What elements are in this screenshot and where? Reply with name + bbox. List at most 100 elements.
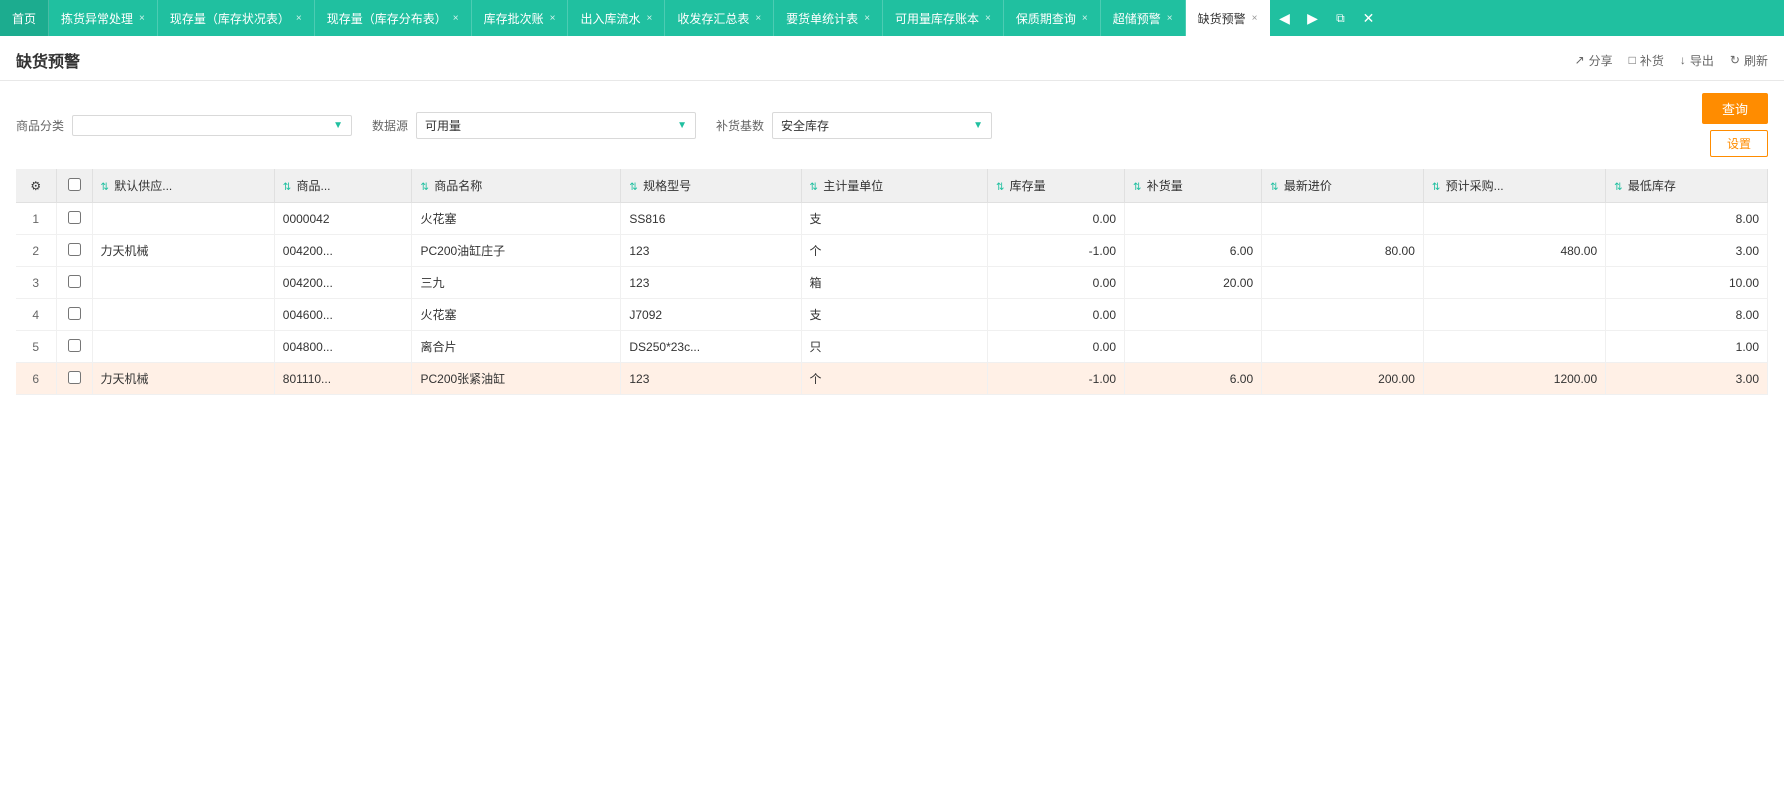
row-unit-1: 支: [801, 203, 987, 235]
query-button[interactable]: 查询: [1702, 93, 1768, 124]
row-num-4: 4: [16, 299, 56, 331]
tab-window-btn[interactable]: ⧉: [1326, 0, 1354, 36]
row-est-purchase-2: 480.00: [1423, 235, 1605, 267]
row-checkbox-4[interactable]: [68, 307, 81, 320]
close-stock-status-tab[interactable]: ×: [296, 13, 302, 24]
row-min-stock-2: 3.00: [1606, 235, 1768, 267]
datasource-filter-group: 数据源 可用量 ▼: [372, 112, 696, 139]
row-supplier-6: 力天机械: [92, 363, 274, 395]
row-product-code-3: 004200...: [274, 267, 412, 299]
spec-sort-icon: ⇅: [629, 182, 637, 193]
row-checkbox-cell-3[interactable]: [56, 267, 92, 299]
product-code-sort-icon: ⇅: [283, 182, 291, 193]
tab-inout-flow[interactable]: 出入库流水 ×: [568, 0, 665, 36]
tab-home[interactable]: 首页: [0, 0, 49, 36]
product-code-col-header[interactable]: ⇅ 商品...: [274, 169, 412, 203]
close-inout-flow-tab[interactable]: ×: [646, 13, 652, 24]
row-checkbox-6[interactable]: [68, 371, 81, 384]
row-num-5: 5: [16, 331, 56, 363]
row-checkbox-cell-4[interactable]: [56, 299, 92, 331]
row-stock-1: 0.00: [987, 203, 1124, 235]
supplier-col-header[interactable]: ⇅ 默认供应...: [92, 169, 274, 203]
tab-overstock[interactable]: 超储预警 ×: [1101, 0, 1186, 36]
row-supplier-1: [92, 203, 274, 235]
tab-close-btn[interactable]: ✕: [1354, 0, 1382, 36]
replenish-base-filter-group: 补货基数 安全库存 ▼: [716, 112, 992, 139]
tab-batch-account[interactable]: 库存批次账 ×: [472, 0, 569, 36]
header-actions: ↗ 分享 □ 补货 ↓ 导出 ↻ 刷新: [1575, 52, 1768, 69]
close-order-stat-tab[interactable]: ×: [864, 13, 870, 24]
export-icon: ↓: [1680, 53, 1686, 67]
category-select[interactable]: ▼: [72, 115, 352, 136]
close-expire-query-tab[interactable]: ×: [1082, 13, 1088, 24]
datasource-label: 数据源: [372, 117, 408, 134]
row-checkbox-cell-1[interactable]: [56, 203, 92, 235]
table-row: 1 0000042 火花塞 SS816 支 0.00 8.00: [16, 203, 1768, 235]
row-checkbox-cell-2[interactable]: [56, 235, 92, 267]
close-stock-dist-tab[interactable]: ×: [453, 13, 459, 24]
row-product-name-3: 三九: [412, 267, 621, 299]
tab-next-btn[interactable]: ▶: [1298, 0, 1326, 36]
tab-expire-query[interactable]: 保质期查询 ×: [1004, 0, 1101, 36]
row-est-purchase-4: [1423, 299, 1605, 331]
row-replenish-qty-1: [1125, 203, 1262, 235]
tab-order-stat[interactable]: 要货单统计表 ×: [774, 0, 883, 36]
row-checkbox-3[interactable]: [68, 275, 81, 288]
row-unit-4: 支: [801, 299, 987, 331]
row-stock-3: 0.00: [987, 267, 1124, 299]
row-checkbox-cell-5[interactable]: [56, 331, 92, 363]
tab-prev-btn[interactable]: ◀: [1270, 0, 1298, 36]
row-checkbox-2[interactable]: [68, 243, 81, 256]
min-stock-col-header[interactable]: ⇅ 最低库存: [1606, 169, 1768, 203]
close-batch-account-tab[interactable]: ×: [550, 13, 556, 24]
close-overstock-tab[interactable]: ×: [1167, 13, 1173, 24]
row-min-stock-4: 8.00: [1606, 299, 1768, 331]
tab-available-ledger[interactable]: 可用量库存账本 ×: [883, 0, 1004, 36]
replenish-action[interactable]: □ 补货: [1629, 52, 1664, 69]
replenish-base-select[interactable]: 安全库存 ▼: [772, 112, 992, 139]
row-checkbox-cell-6[interactable]: [56, 363, 92, 395]
tab-shortage[interactable]: 缺货预警 ×: [1186, 0, 1271, 36]
export-action[interactable]: ↓ 导出: [1680, 52, 1714, 69]
refresh-action[interactable]: ↻ 刷新: [1730, 52, 1768, 69]
row-replenish-qty-4: [1125, 299, 1262, 331]
stock-col-header[interactable]: ⇅ 库存量: [987, 169, 1124, 203]
filter-bar: 商品分类 ▼ 数据源 可用量 ▼ 补货基数 安全库存 ▼ 查询 设置: [0, 81, 1784, 169]
tab-exception[interactable]: 拣货异常处理 ×: [49, 0, 158, 36]
spec-col-header[interactable]: ⇅ 规格型号: [621, 169, 801, 203]
product-name-col-header[interactable]: ⇅ 商品名称: [412, 169, 621, 203]
row-min-stock-3: 10.00: [1606, 267, 1768, 299]
row-checkbox-5[interactable]: [68, 339, 81, 352]
settings-button[interactable]: 设置: [1710, 130, 1768, 157]
page-title: 缺货预警: [16, 48, 80, 72]
replenish-base-dropdown-icon: ▼: [973, 120, 983, 131]
supplier-sort-icon: ⇅: [101, 182, 109, 193]
tab-stock-status[interactable]: 现存量（库存状况表） ×: [158, 0, 315, 36]
close-available-ledger-tab[interactable]: ×: [985, 13, 991, 24]
row-supplier-5: [92, 331, 274, 363]
datasource-select[interactable]: 可用量 ▼: [416, 112, 696, 139]
table-row: 3 004200... 三九 123 箱 0.00 20.00 10.00: [16, 267, 1768, 299]
unit-col-header[interactable]: ⇅ 主计量单位: [801, 169, 987, 203]
row-checkbox-1[interactable]: [68, 211, 81, 224]
share-action[interactable]: ↗ 分享: [1575, 52, 1613, 69]
settings-col-header[interactable]: ⚙: [16, 169, 56, 203]
est-purchase-col-header[interactable]: ⇅ 预计采购...: [1423, 169, 1605, 203]
tab-bar: 首页 拣货异常处理 × 现存量（库存状况表） × 现存量（库存分布表） × 库存…: [0, 0, 1784, 36]
close-exception-tab[interactable]: ×: [139, 13, 145, 24]
row-product-name-4: 火花塞: [412, 299, 621, 331]
select-all-checkbox[interactable]: [68, 178, 81, 191]
checkbox-col-header[interactable]: [56, 169, 92, 203]
close-receive-summary-tab[interactable]: ×: [755, 13, 761, 24]
tab-stock-dist[interactable]: 现存量（库存分布表） ×: [315, 0, 472, 36]
row-product-name-6: PC200张紧油缸: [412, 363, 621, 395]
tab-receive-summary[interactable]: 收发存汇总表 ×: [665, 0, 774, 36]
close-shortage-tab[interactable]: ×: [1252, 13, 1258, 24]
row-product-code-5: 004800...: [274, 331, 412, 363]
category-label: 商品分类: [16, 117, 64, 134]
replenish-icon: □: [1629, 53, 1636, 67]
row-unit-6: 个: [801, 363, 987, 395]
replenish-qty-col-header[interactable]: ⇅ 补货量: [1125, 169, 1262, 203]
latest-price-col-header[interactable]: ⇅ 最新进价: [1262, 169, 1424, 203]
row-latest-price-5: [1262, 331, 1424, 363]
